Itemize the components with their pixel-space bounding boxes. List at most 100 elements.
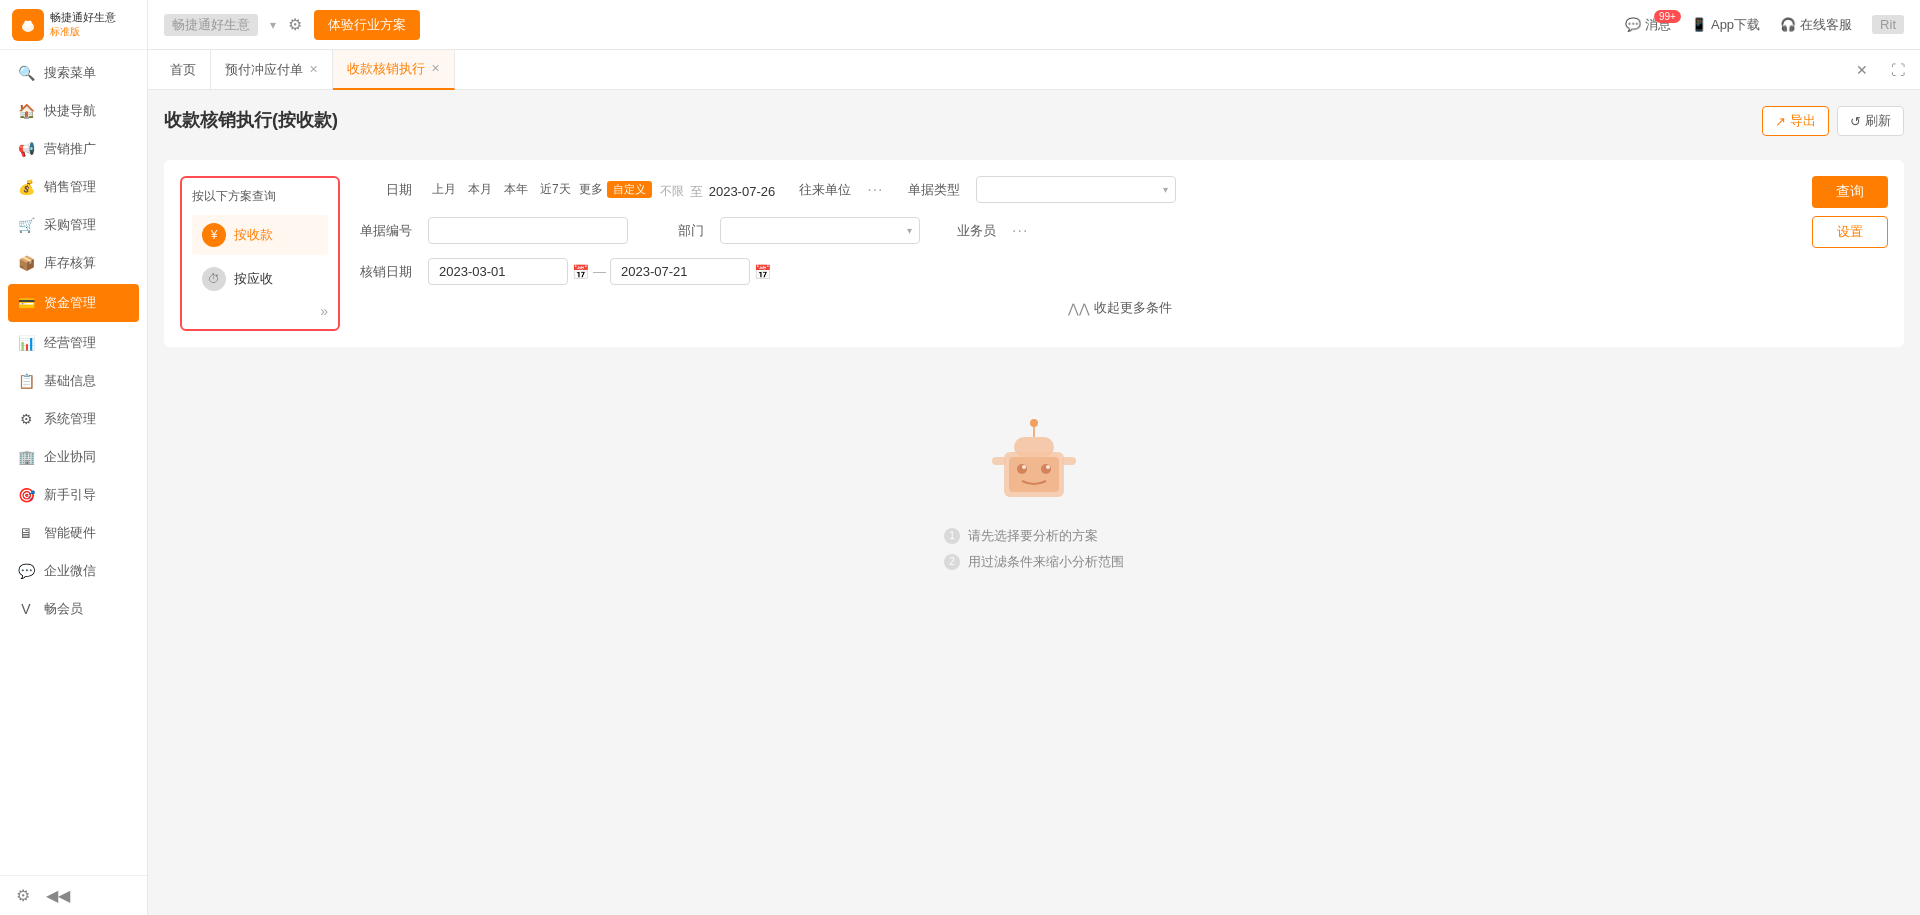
enterprise-icon: 🏢 [16, 449, 36, 465]
chevron-up-icon: ⋀⋀ [1068, 301, 1090, 316]
industry-solution-button[interactable]: 体验行业方案 [314, 10, 420, 40]
user-avatar[interactable]: Rit [1872, 15, 1904, 34]
collapse-more-btn[interactable]: ⋀⋀ 收起更多条件 [352, 299, 1888, 317]
sidebar-item-operation[interactable]: 📊 经营管理 [0, 324, 147, 362]
doctype-select-wrap: ▾ [976, 176, 1176, 203]
docnumber-label: 单据编号 [352, 222, 412, 240]
date-label: 日期 [352, 181, 412, 199]
sidebar-item-label: 销售管理 [44, 178, 96, 196]
counterparty-dots[interactable]: ··· [867, 181, 883, 199]
sidebar-item-capital[interactable]: 💳 资金管理 [8, 284, 139, 322]
sidebar-footer: ⚙ ◀◀ [0, 875, 147, 915]
operation-icon: 📊 [16, 335, 36, 351]
hint-text-2: 用过滤条件来缩小分析范围 [968, 549, 1124, 575]
date-more-btn[interactable]: 更多 [579, 181, 603, 198]
setting-button[interactable]: 设置 [1812, 216, 1888, 248]
department-label: 部门 [644, 222, 704, 240]
sidebar-item-hardware[interactable]: 🖥 智能硬件 [0, 514, 147, 552]
purchase-icon: 🛒 [16, 217, 36, 233]
refresh-button[interactable]: ↺ 刷新 [1837, 106, 1904, 136]
tab-receipt-reconcile[interactable]: 收款核销执行 ✕ [333, 50, 455, 90]
sidebar-item-label: 经营管理 [44, 334, 96, 352]
online-service-button[interactable]: 🎧 在线客服 [1780, 16, 1852, 34]
filter-option-by-receipt[interactable]: ¥ 按收款 [192, 215, 328, 255]
header-brand: 畅捷通好生意 [164, 14, 258, 36]
date-this-year-btn[interactable]: 本年 [500, 179, 532, 200]
sidebar-item-search-menu[interactable]: 🔍 搜索菜单 [0, 54, 147, 92]
staff-label: 业务员 [936, 222, 996, 240]
guide-icon: 🎯 [16, 487, 36, 503]
sidebar-item-label: 企业微信 [44, 562, 96, 580]
svg-point-6 [1017, 464, 1027, 474]
logo-icon [12, 9, 44, 41]
empty-hints: 1 请先选择要分析的方案 2 用过滤条件来缩小分析范围 [944, 523, 1124, 575]
sidebar-collapse-icon[interactable]: ◀◀ [46, 886, 70, 905]
sidebar-item-marketing[interactable]: 📢 营销推广 [0, 130, 147, 168]
reconcile-end-input[interactable] [610, 258, 750, 285]
date-value: 2023-07-26 [709, 184, 776, 199]
sidebar-item-sales[interactable]: 💰 销售管理 [0, 168, 147, 206]
refresh-icon: ↺ [1850, 114, 1861, 129]
empty-state: 1 请先选择要分析的方案 2 用过滤条件来缩小分析范围 [164, 347, 1904, 635]
department-select-wrap: ▾ [720, 217, 920, 244]
filter-rows: 日期 上月 本月 本年 近7天 更多 自定义 [352, 176, 1796, 285]
chevron-down-icon[interactable]: ▾ [270, 18, 276, 32]
phone-icon: 📱 [1691, 17, 1707, 32]
sidebar-item-inventory[interactable]: 📦 库存核算 [0, 244, 147, 282]
doctype-label: 单据类型 [900, 181, 960, 199]
sidebar-item-guide[interactable]: 🎯 新手引导 [0, 476, 147, 514]
export-button[interactable]: ↗ 导出 [1762, 106, 1829, 136]
filter-row-1: 日期 上月 本月 本年 近7天 更多 自定义 [352, 176, 1796, 203]
app-download-button[interactable]: 📱 App下载 [1691, 16, 1760, 34]
reconcile-date-range: 📅 — 📅 [428, 258, 771, 285]
sidebar-item-basic[interactable]: 📋 基础信息 [0, 362, 147, 400]
hint-num-2: 2 [944, 554, 960, 570]
sidebar-item-quick-nav[interactable]: 🏠 快捷导航 [0, 92, 147, 130]
svg-point-7 [1041, 464, 1051, 474]
calendar-start-icon[interactable]: 📅 [572, 264, 589, 280]
tab-expand-icon[interactable]: ⛶ [1884, 56, 1912, 84]
department-select[interactable] [720, 217, 920, 244]
tab-close-icon[interactable]: ✕ [431, 62, 440, 75]
date-custom-badge[interactable]: 自定义 [607, 181, 652, 198]
filter-option-by-receivable[interactable]: ⏱ 按应收 [192, 259, 328, 299]
tab-receipt-label: 收款核销执行 [347, 60, 425, 78]
filter-row-3: 核销日期 📅 — 📅 [352, 258, 1796, 285]
member-icon: V [16, 601, 36, 617]
message-button[interactable]: 💬 消息 99+ [1625, 16, 1671, 34]
app-label: App下载 [1711, 16, 1760, 34]
docnumber-input[interactable] [428, 217, 628, 244]
sidebar-item-member[interactable]: V 畅会员 [0, 590, 147, 628]
content-area: 收款核销执行(按收款) ↗ 导出 ↺ 刷新 按以下方案查询 ¥ 按收款 [148, 90, 1920, 915]
date-last-month-btn[interactable]: 上月 [428, 179, 460, 200]
sidebar-item-wechat[interactable]: 💬 企业微信 [0, 552, 147, 590]
tab-bar: 首页 预付冲应付单 ✕ 收款核销执行 ✕ ✕ ⛶ [148, 50, 1920, 90]
tab-close-all-icon[interactable]: ✕ [1848, 56, 1876, 84]
tab-home[interactable]: 首页 [156, 50, 211, 90]
calendar-end-icon[interactable]: 📅 [754, 264, 771, 280]
sidebar-item-system[interactable]: ⚙ 系统管理 [0, 400, 147, 438]
top-header: 畅捷通好生意 ▾ ⚙ 体验行业方案 💬 消息 99+ 📱 App下载 🎧 在线客… [148, 0, 1920, 50]
svg-rect-14 [1062, 457, 1076, 465]
receipt-scheme-icon: ¥ [202, 223, 226, 247]
header-gear-icon[interactable]: ⚙ [288, 15, 302, 34]
date-quick-buttons: 上月 本月 本年 近7天 更多 自定义 [428, 179, 652, 200]
tab-close-icon[interactable]: ✕ [309, 63, 318, 76]
counterparty-label: 往来单位 [791, 181, 851, 199]
filter-collapse-icon[interactable]: » [192, 303, 328, 319]
tab-prepay-reconcile[interactable]: 预付冲应付单 ✕ [211, 50, 333, 90]
filter-row-2: 单据编号 部门 ▾ 业务员 ··· [352, 217, 1796, 244]
sidebar-item-purchase[interactable]: 🛒 采购管理 [0, 206, 147, 244]
settings-icon[interactable]: ⚙ [16, 886, 30, 905]
query-button[interactable]: 查询 [1812, 176, 1888, 208]
capital-icon: 💳 [16, 295, 36, 311]
filter-scheme-title: 按以下方案查询 [192, 188, 328, 205]
service-label: 在线客服 [1800, 16, 1852, 34]
date-this-month-btn[interactable]: 本月 [464, 179, 496, 200]
svg-point-12 [1030, 419, 1038, 427]
doctype-select[interactable] [976, 176, 1176, 203]
reconcile-start-input[interactable] [428, 258, 568, 285]
staff-dots[interactable]: ··· [1012, 222, 1028, 240]
date-7days-btn[interactable]: 近7天 [536, 179, 575, 200]
sidebar-item-enterprise[interactable]: 🏢 企业协同 [0, 438, 147, 476]
